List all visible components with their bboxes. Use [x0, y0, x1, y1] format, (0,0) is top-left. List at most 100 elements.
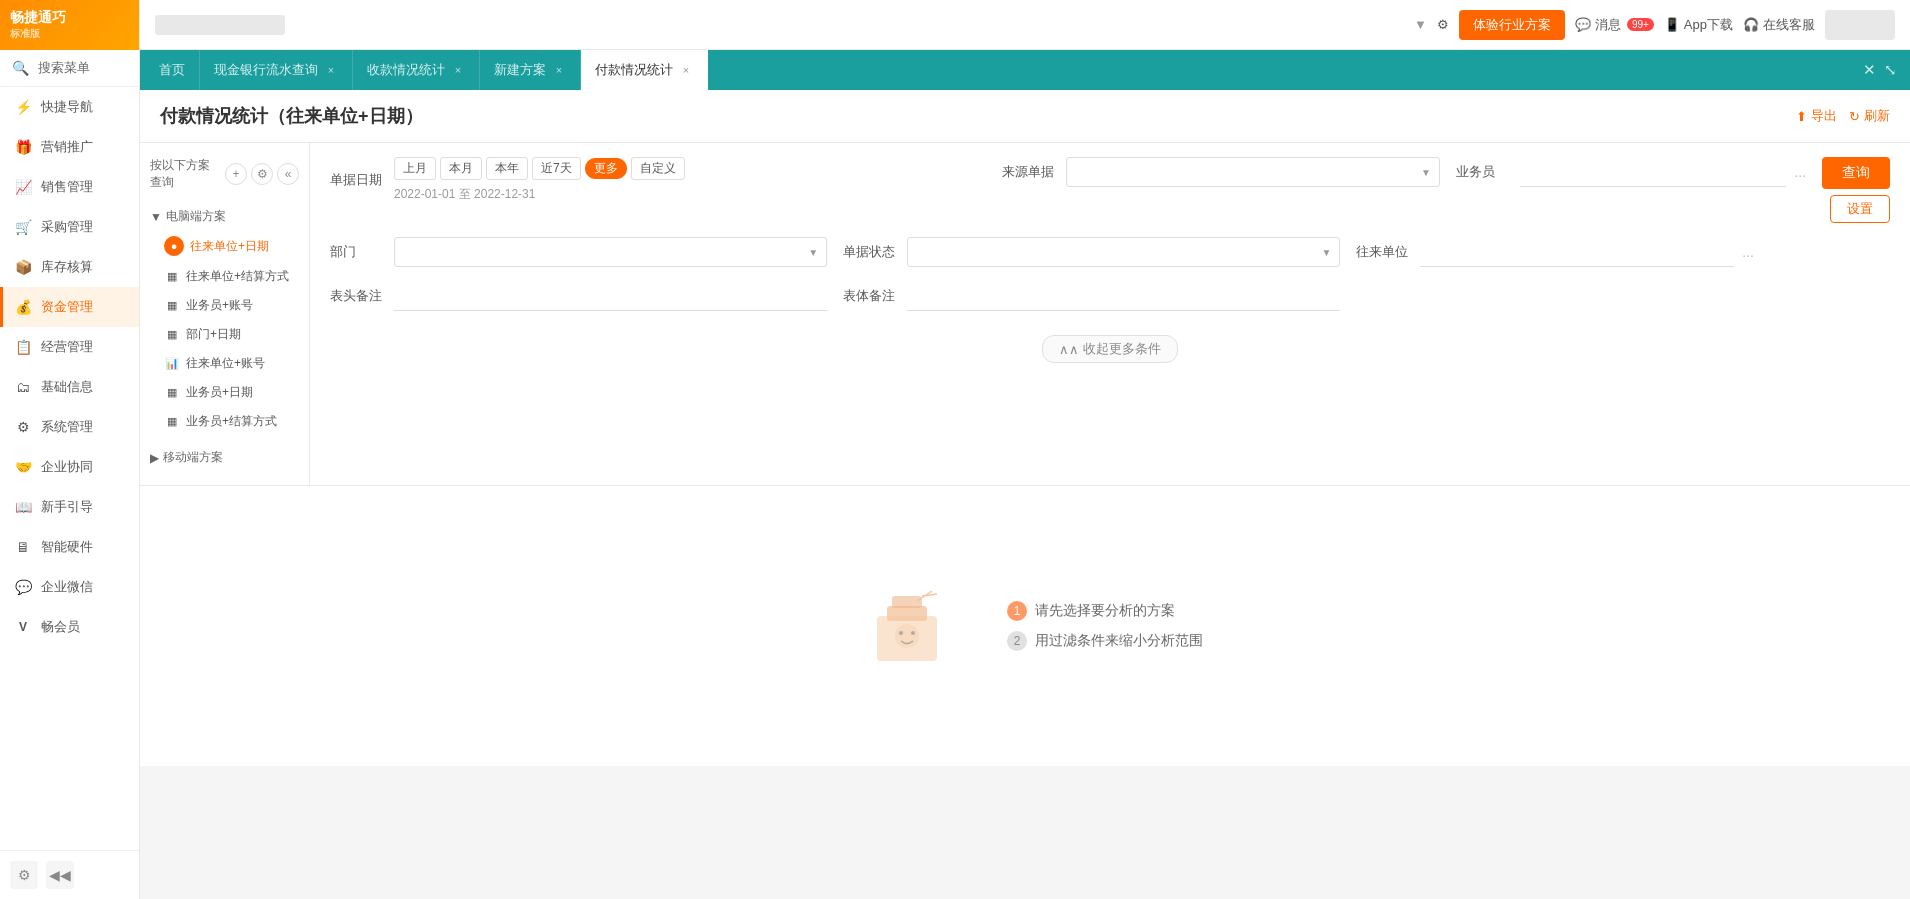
collapse-more-button[interactable]: ∧∧ 收起更多条件 — [1042, 335, 1178, 363]
tab-payments[interactable]: 付款情况统计 × — [581, 50, 708, 90]
scheme-item-unit-account-label: 往来单位+账号 — [186, 355, 265, 372]
svg-rect-1 — [887, 606, 927, 621]
sidebar-item-inventory[interactable]: 📦 库存核算 — [0, 247, 139, 287]
note-head-input[interactable] — [394, 281, 827, 311]
sidebar-item-wechat[interactable]: 💬 企业微信 — [0, 567, 139, 607]
tab-receipts[interactable]: 收款情况统计 × — [353, 50, 480, 90]
tip-1-text: 请先选择要分析的方案 — [1035, 602, 1175, 620]
scheme-item-dept-date-label: 部门+日期 — [186, 326, 241, 343]
filter-dept-field: 部门 ▼ — [330, 237, 827, 267]
sidebar-item-system[interactable]: ⚙ 系统管理 — [0, 407, 139, 447]
filter-status-field: 单据状态 ▼ — [843, 237, 1340, 267]
filter-settings-button[interactable]: 设置 — [1830, 195, 1890, 223]
page-header-actions: ⬆ 导出 ↻ 刷新 — [1796, 107, 1890, 125]
app-download-btn[interactable]: 📱 App下载 — [1664, 16, 1733, 34]
maximize-window-btn[interactable]: ⤡ — [1884, 61, 1897, 79]
tab-new-scheme[interactable]: 新建方案 × — [480, 50, 581, 90]
main-area: ▼ ⚙ 体验行业方案 💬 消息 99+ 📱 App下载 🎧 在线客服 首页 现金… — [140, 0, 1910, 899]
scheme-item-dept-date[interactable]: ▦ 部门+日期 — [140, 320, 309, 349]
tab-payments-label: 付款情况统计 — [595, 61, 673, 79]
related-unit-dots[interactable]: ... — [1742, 244, 1754, 260]
quick-nav-icon: ⚡ — [13, 97, 33, 117]
scheme-settings-btn[interactable]: ⚙ — [251, 163, 273, 185]
scheme-add-btn[interactable]: + — [225, 163, 247, 185]
filter-date-field: 单据日期 上月 本月 本年 近7天 更多 自定义 2022-01-01 至 20… — [330, 157, 986, 203]
dept-select[interactable]: ▼ — [394, 237, 827, 267]
status-select[interactable]: ▼ — [907, 237, 1340, 267]
basic-icon: 🗂 — [13, 377, 33, 397]
sidebar-item-member[interactable]: V 畅会员 — [0, 607, 139, 647]
scheme-item-unit-payment[interactable]: ▦ 往来单位+结算方式 — [140, 262, 309, 291]
sidebar: 畅捷通巧 标准版 🔍 搜索菜单 ⚡ 快捷导航 🎁 营销推广 📈 销售管理 🛒 采… — [0, 0, 140, 899]
topbar-settings-icon[interactable]: ⚙ — [1437, 17, 1449, 32]
scheme-item-unit-date[interactable]: ● 往来单位+日期 — [140, 230, 309, 262]
related-unit-input[interactable] — [1420, 237, 1734, 267]
tab-bank-close[interactable]: × — [324, 63, 338, 77]
sidebar-item-hardware[interactable]: 🖥 智能硬件 — [0, 527, 139, 567]
sidebar-item-basic[interactable]: 🗂 基础信息 — [0, 367, 139, 407]
finance-label: 资金管理 — [41, 298, 93, 316]
page-header: 付款情况统计（往来单位+日期） ⬆ 导出 ↻ 刷新 — [140, 90, 1910, 143]
member-label: 畅会员 — [41, 618, 80, 636]
scheme-section-mobile-title[interactable]: ▶ 移动端方案 — [140, 444, 309, 471]
scheme-item-staff-account[interactable]: ▦ 业务员+账号 — [140, 291, 309, 320]
date-btn-more[interactable]: 更多 — [585, 158, 627, 179]
trial-industry-button[interactable]: 体验行业方案 — [1459, 10, 1565, 40]
sidebar-item-operations[interactable]: 📋 经营管理 — [0, 327, 139, 367]
scheme-item-staff-payment[interactable]: ▦ 业务员+结算方式 — [140, 407, 309, 436]
scheme-section-desktop-title[interactable]: ▼ 电脑端方案 — [140, 203, 309, 230]
scheme-item-unit-account[interactable]: 📊 往来单位+账号 — [140, 349, 309, 378]
system-label: 系统管理 — [41, 418, 93, 436]
hardware-label: 智能硬件 — [41, 538, 93, 556]
note-body-input[interactable] — [907, 281, 1340, 311]
tab-receipts-close[interactable]: × — [451, 63, 465, 77]
sidebar-item-sales[interactable]: 📈 销售管理 — [0, 167, 139, 207]
filter-row-1: 单据日期 上月 本月 本年 近7天 更多 自定义 2022-01-01 至 20… — [330, 157, 1890, 223]
date-btn-custom[interactable]: 自定义 — [631, 157, 685, 180]
tab-home[interactable]: 首页 — [145, 50, 200, 90]
gear-icon: ⚙ — [1437, 17, 1449, 32]
sidebar-item-marketing[interactable]: 🎁 营销推广 — [0, 127, 139, 167]
scheme-panel-title: 按以下方案查询 — [150, 157, 221, 191]
sidebar-item-collab[interactable]: 🤝 企业协同 — [0, 447, 139, 487]
message-icon: 💬 — [1575, 17, 1591, 32]
filter-row-3: 表头备注 表体备注 — [330, 281, 1890, 311]
collapse-icon: ∧∧ — [1059, 342, 1079, 357]
sidebar-item-purchase[interactable]: 🛒 采购管理 — [0, 207, 139, 247]
collab-icon: 🤝 — [13, 457, 33, 477]
sidebar-item-guide[interactable]: 📖 新手引导 — [0, 487, 139, 527]
note-body-label: 表体备注 — [843, 287, 899, 305]
tab-bank[interactable]: 现金银行流水查询 × — [200, 50, 353, 90]
tab-new-scheme-close[interactable]: × — [552, 63, 566, 77]
sidebar-settings-btn[interactable]: ⚙ — [10, 861, 38, 889]
sidebar-item-quick-nav[interactable]: ⚡ 快捷导航 — [0, 87, 139, 127]
refresh-btn[interactable]: ↻ 刷新 — [1849, 107, 1890, 125]
scheme-section-mobile: ▶ 移动端方案 — [140, 440, 309, 475]
tab-bank-label: 现金银行流水查询 — [214, 61, 318, 79]
scheme-collapse-btn[interactable]: « — [277, 163, 299, 185]
inventory-icon: 📦 — [13, 257, 33, 277]
topbar-breadcrumb — [155, 15, 1404, 35]
avatar[interactable] — [1825, 10, 1895, 40]
staff-input[interactable] — [1520, 157, 1786, 187]
source-select[interactable]: ▼ — [1066, 157, 1440, 187]
messages-btn[interactable]: 💬 消息 99+ — [1575, 16, 1654, 34]
date-btn-this-year[interactable]: 本年 — [486, 157, 528, 180]
tab-payments-close[interactable]: × — [679, 63, 693, 77]
scheme-item-staff-date[interactable]: ▦ 业务员+日期 — [140, 378, 309, 407]
sidebar-collapse-btn[interactable]: ◀◀ — [46, 861, 74, 889]
sidebar-item-search[interactable]: 🔍 搜索菜单 — [0, 50, 139, 87]
date-btn-this-month[interactable]: 本月 — [440, 157, 482, 180]
date-btn-last-7[interactable]: 近7天 — [532, 157, 581, 180]
member-icon: V — [13, 617, 33, 637]
online-service-btn[interactable]: 🎧 在线客服 — [1743, 16, 1815, 34]
date-btn-last-month[interactable]: 上月 — [394, 157, 436, 180]
empty-illustration — [847, 566, 967, 686]
topbar-dropdown-icon[interactable]: ▼ — [1414, 17, 1427, 32]
sidebar-item-finance[interactable]: 💰 资金管理 — [0, 287, 139, 327]
close-window-btn[interactable]: ✕ — [1863, 61, 1876, 79]
staff-dots[interactable]: ... — [1794, 164, 1806, 180]
export-btn[interactable]: ⬆ 导出 — [1796, 107, 1837, 125]
query-button[interactable]: 查询 — [1822, 157, 1890, 189]
note-head-label: 表头备注 — [330, 287, 386, 305]
